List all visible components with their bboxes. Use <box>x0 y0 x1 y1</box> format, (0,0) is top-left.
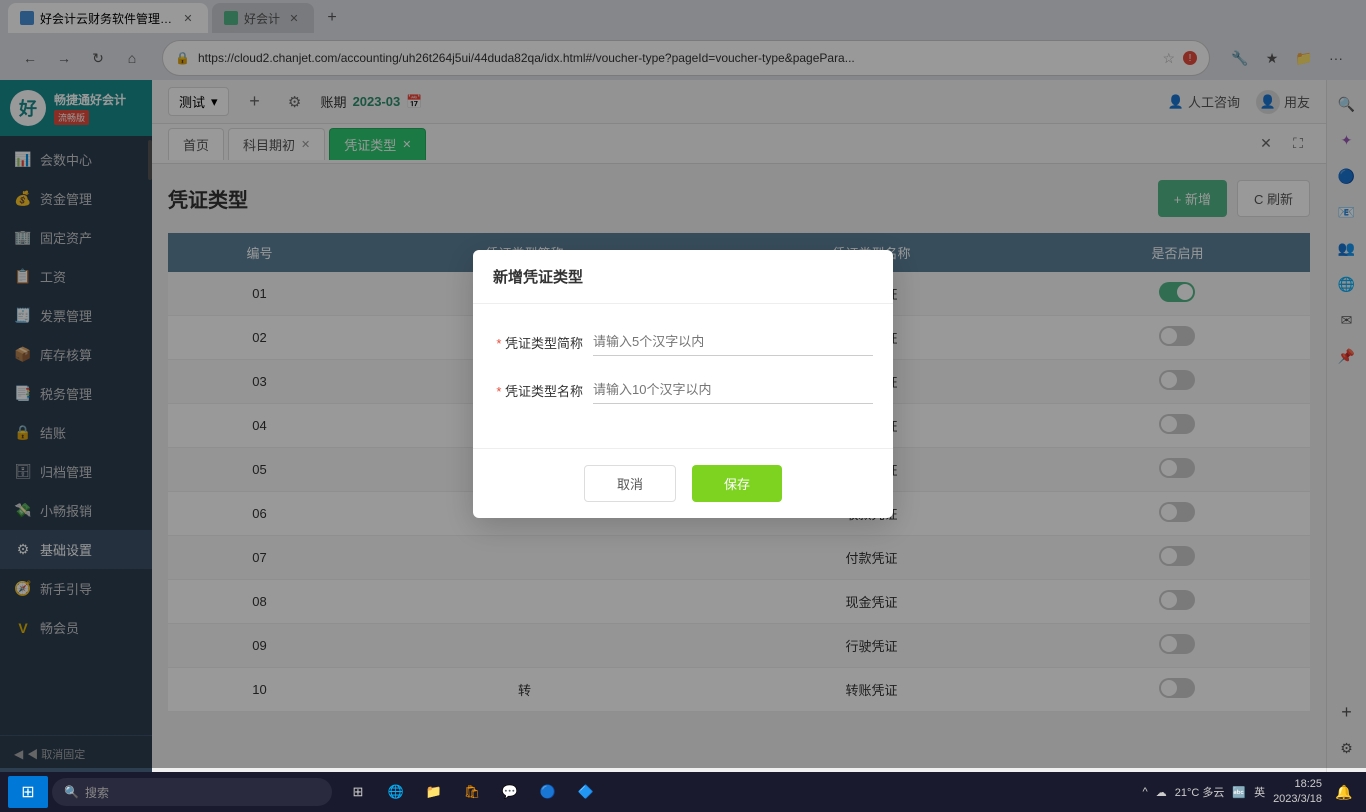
cancel-button[interactable]: 取消 <box>584 465 676 502</box>
taskbar-weather: 21°C 多云 <box>1175 784 1225 800</box>
taskbar-app-edge[interactable]: 🔷 <box>568 774 604 810</box>
taskbar-chevron-icon[interactable]: ^ <box>1143 786 1148 798</box>
taskbar-weather-icon: ☁ <box>1156 786 1167 799</box>
modal-overlay: 新增凭证类型 凭证类型简称 凭证类型名称 取消 保存 <box>0 0 1366 768</box>
taskbar-app-photos[interactable]: 🔵 <box>530 774 566 810</box>
modal-header: 新增凭证类型 <box>473 250 893 304</box>
taskbar-app-store[interactable]: 🛍 <box>454 774 490 810</box>
taskbar-app-wechat[interactable]: 💬 <box>492 774 528 810</box>
modal-body: 凭证类型简称 凭证类型名称 <box>473 304 893 448</box>
taskbar-apps: ⊞ 🌐 📁 🛍 💬 🔵 🔷 <box>340 774 604 810</box>
start-button[interactable]: ⊞ <box>8 776 48 808</box>
taskbar-time-display: 18:25 <box>1273 777 1322 792</box>
full-name-label: 凭证类型名称 <box>493 381 583 400</box>
taskbar-app-browser[interactable]: 🌐 <box>378 774 414 810</box>
full-name-input[interactable] <box>593 376 873 404</box>
notification-button[interactable]: 🔔 <box>1330 778 1358 806</box>
short-name-input[interactable] <box>593 328 873 356</box>
modal-footer: 取消 保存 <box>473 448 893 518</box>
save-button[interactable]: 保存 <box>692 465 782 502</box>
form-row-short-name: 凭证类型简称 <box>493 328 873 356</box>
modal-title: 新增凭证类型 <box>493 266 583 287</box>
taskbar-search[interactable]: 🔍 搜索 <box>52 778 332 806</box>
taskbar-lang-icon: 🔤 <box>1232 786 1246 799</box>
add-voucher-type-modal: 新增凭证类型 凭证类型简称 凭证类型名称 取消 保存 <box>473 250 893 518</box>
form-row-full-name: 凭证类型名称 <box>493 376 873 404</box>
taskbar-search-placeholder: 搜索 <box>85 784 109 801</box>
taskbar: ⊞ 🔍 搜索 ⊞ 🌐 📁 🛍 💬 🔵 🔷 ^ ☁ 21°C 多云 🔤 英 18:… <box>0 772 1366 812</box>
taskbar-date-display: 2023/3/18 <box>1273 792 1322 807</box>
taskbar-app-explorer[interactable]: 📁 <box>416 774 452 810</box>
taskbar-clock: 18:25 2023/3/18 <box>1273 777 1322 808</box>
short-name-label: 凭证类型简称 <box>493 333 583 352</box>
task-view-button[interactable]: ⊞ <box>340 774 376 810</box>
taskbar-right: ^ ☁ 21°C 多云 🔤 英 18:25 2023/3/18 🔔 <box>1143 777 1358 808</box>
taskbar-language: 英 <box>1254 784 1265 800</box>
